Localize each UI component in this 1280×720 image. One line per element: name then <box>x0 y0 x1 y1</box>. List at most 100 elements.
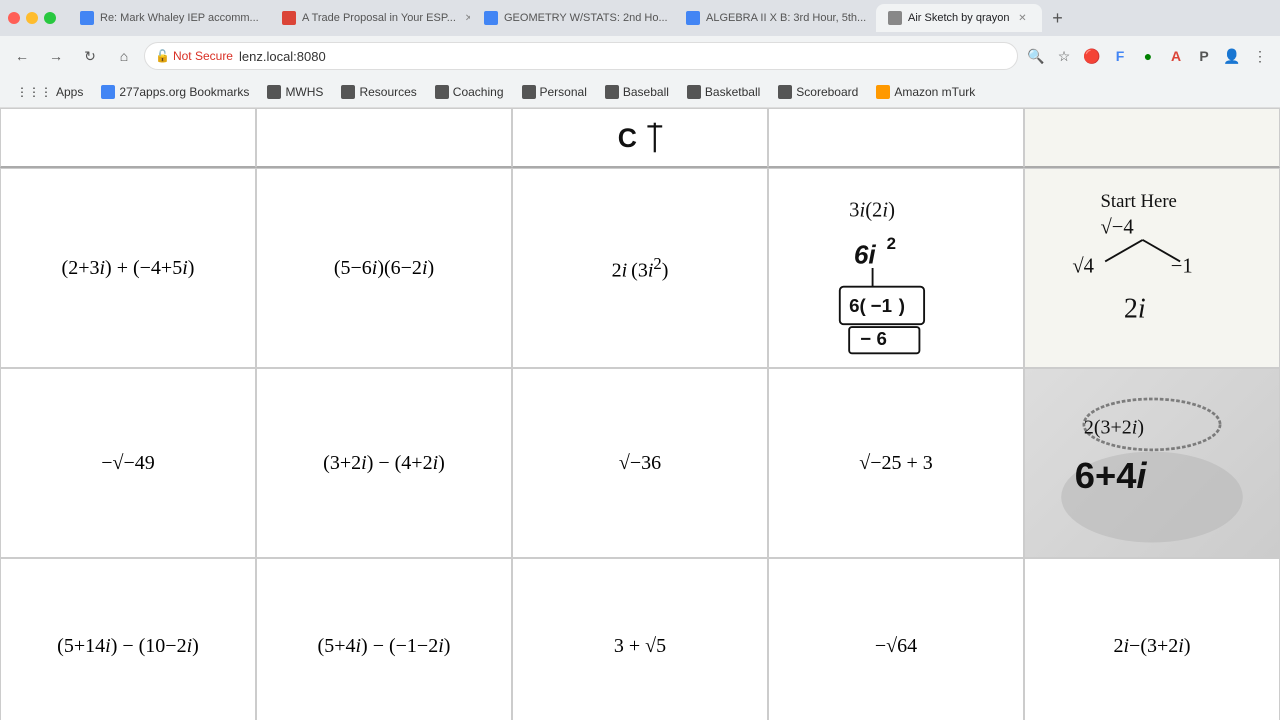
not-secure-label: Not Secure <box>173 49 233 63</box>
cell-r2c1: (3+2i) − (4+2i) <box>256 368 512 558</box>
window-controls <box>8 12 56 24</box>
extension-icon-f[interactable]: F <box>1108 44 1132 68</box>
svg-text:√4: √4 <box>1072 256 1094 278</box>
bm-personal[interactable]: Personal <box>514 80 595 104</box>
tab-1-favicon <box>80 11 94 25</box>
reload-button[interactable]: ↻ <box>76 42 104 70</box>
bm-resources[interactable]: Resources <box>333 80 424 104</box>
cell-r3c0-formula: (5+14i) − (10−2i) <box>57 632 199 660</box>
tab-5-close[interactable]: ✕ <box>1016 11 1030 25</box>
tab-4-label: ALGEBRA II X B: 3rd Hour, 5th... <box>706 12 866 24</box>
cell-r1c4: Start Here √−4 √4 −1 2i <box>1024 168 1280 368</box>
bm-277apps[interactable]: 277apps.org Bookmarks <box>93 80 257 104</box>
svg-text:−1: −1 <box>1171 256 1193 278</box>
tab-4-favicon <box>686 11 700 25</box>
svg-text:√−4: √−4 <box>1100 216 1133 238</box>
not-secure-indicator: 🔓 Not Secure <box>155 49 233 63</box>
extension-icon-green[interactable]: ● <box>1136 44 1160 68</box>
cell-r1c1-formula: (5−6i)(6−2i) <box>334 254 434 282</box>
url-text: lenz.local:8080 <box>239 49 326 64</box>
svg-text:6+4i: 6+4i <box>1075 455 1148 496</box>
cell-r2c4: 2(3+2i) 6+4i <box>1024 368 1280 558</box>
cell-r3c1-formula: (5+4i) − (−1−2i) <box>318 632 451 660</box>
cell-r2c4-svg: 2(3+2i) 6+4i <box>1037 379 1267 547</box>
tab-2-label: A Trade Proposal in Your ESP... <box>302 12 456 24</box>
bookmark-icon[interactable]: ☆ <box>1052 44 1076 68</box>
cell-r0c0 <box>0 108 256 168</box>
menu-icon[interactable]: ⋮ <box>1248 44 1272 68</box>
main-content: C (2+3i) + (−4+5i) (5−6i)(6−2i) 2i (3i2) <box>0 108 1280 720</box>
bm-apps[interactable]: ⋮⋮⋮ Apps <box>8 80 91 104</box>
bm-coaching-icon <box>435 85 449 99</box>
tab-5[interactable]: Air Sketch by qrayon ✕ <box>876 4 1042 32</box>
lock-icon: 🔓 <box>155 49 170 63</box>
svg-text:6i: 6i <box>854 239 877 269</box>
tab-3[interactable]: GEOMETRY W/STATS: 2nd Ho... ✕ <box>472 4 672 32</box>
back-button[interactable]: ← <box>8 42 36 70</box>
maximize-button[interactable] <box>44 12 56 24</box>
address-bar[interactable]: 🔓 Not Secure lenz.local:8080 <box>144 42 1018 70</box>
minimize-button[interactable] <box>26 12 38 24</box>
cell-r1c1: (5−6i)(6−2i) <box>256 168 512 368</box>
svg-text:3i(2i): 3i(2i) <box>849 199 895 221</box>
bm-coaching[interactable]: Coaching <box>427 80 512 104</box>
bm-personal-icon <box>522 85 536 99</box>
bm-coaching-label: Coaching <box>453 85 504 99</box>
tab-4-close[interactable]: ✕ <box>872 11 874 25</box>
svg-text:−1: −1 <box>871 295 892 316</box>
extension-icon-red[interactable]: 🔴 <box>1080 44 1104 68</box>
bm-basketball[interactable]: Basketball <box>679 80 768 104</box>
close-button[interactable] <box>8 12 20 24</box>
tab-1-label: Re: Mark Whaley IEP accomm... <box>100 12 259 24</box>
tab-2-close[interactable]: ✕ <box>462 11 470 25</box>
bm-amazon[interactable]: Amazon mTurk <box>868 80 983 104</box>
bm-mwhs-icon <box>267 85 281 99</box>
tab-2[interactable]: A Trade Proposal in Your ESP... ✕ <box>270 4 470 32</box>
cell-r1c3-svg: 3i(2i) 6i 2 6( −1 ) − 6 <box>786 179 1006 357</box>
cell-r1c3: 3i(2i) 6i 2 6( −1 ) − 6 <box>768 168 1024 368</box>
cell-r2c3-formula: √−25 + 3 <box>859 449 933 477</box>
tab-4[interactable]: ALGEBRA II X B: 3rd Hour, 5th... ✕ <box>674 4 874 32</box>
bm-resources-icon <box>341 85 355 99</box>
bm-mwhs[interactable]: MWHS <box>259 80 331 104</box>
bm-277apps-label: 277apps.org Bookmarks <box>119 85 249 99</box>
cell-r2c2: √−36 <box>512 368 768 558</box>
bookmarks-bar: ⋮⋮⋮ Apps 277apps.org Bookmarks MWHS Reso… <box>0 76 1280 108</box>
cell-r3c4: 2i−(3+2i) <box>1024 558 1280 720</box>
bm-apps-label: Apps <box>56 85 83 99</box>
bm-scoreboard[interactable]: Scoreboard <box>770 80 866 104</box>
svg-text:C: C <box>618 123 637 153</box>
browser-chrome: Re: Mark Whaley IEP accomm... ✕ A Trade … <box>0 0 1280 108</box>
cell-r0c1 <box>256 108 512 168</box>
bm-basketball-label: Basketball <box>705 85 760 99</box>
svg-text:): ) <box>899 295 905 316</box>
extension-icon-a[interactable]: A <box>1164 44 1188 68</box>
bm-amazon-icon <box>876 85 890 99</box>
cell-r2c1-formula: (3+2i) − (4+2i) <box>323 449 445 477</box>
tab-1-close[interactable]: ✕ <box>265 11 268 25</box>
bm-baseball-label: Baseball <box>623 85 669 99</box>
forward-button[interactable]: → <box>42 42 70 70</box>
extension-icon-p[interactable]: P <box>1192 44 1216 68</box>
bm-baseball[interactable]: Baseball <box>597 80 677 104</box>
cell-r2c0: −√−49 <box>0 368 256 558</box>
math-grid: C (2+3i) + (−4+5i) (5−6i)(6−2i) 2i (3i2) <box>0 108 1280 720</box>
bm-277apps-icon <box>101 85 115 99</box>
extension-icon-avatar[interactable]: 👤 <box>1220 44 1244 68</box>
new-tab-button[interactable]: + <box>1044 4 1072 32</box>
tab-1[interactable]: Re: Mark Whaley IEP accomm... ✕ <box>68 4 268 32</box>
bm-scoreboard-icon <box>778 85 792 99</box>
svg-text:2: 2 <box>887 234 896 253</box>
cell-r0c3 <box>768 108 1024 168</box>
svg-text:− 6: − 6 <box>860 328 887 349</box>
svg-text:2i: 2i <box>1124 294 1146 325</box>
cell-r3c4-formula: 2i−(3+2i) <box>1113 632 1190 660</box>
home-button[interactable]: ⌂ <box>110 42 138 70</box>
tab-bar: Re: Mark Whaley IEP accomm... ✕ A Trade … <box>0 0 1280 36</box>
tab-5-favicon <box>888 11 902 25</box>
cell-r2c3: √−25 + 3 <box>768 368 1024 558</box>
bm-amazon-label: Amazon mTurk <box>894 85 975 99</box>
svg-text:6(: 6( <box>849 295 866 316</box>
bm-baseball-icon <box>605 85 619 99</box>
search-icon[interactable]: 🔍 <box>1024 44 1048 68</box>
